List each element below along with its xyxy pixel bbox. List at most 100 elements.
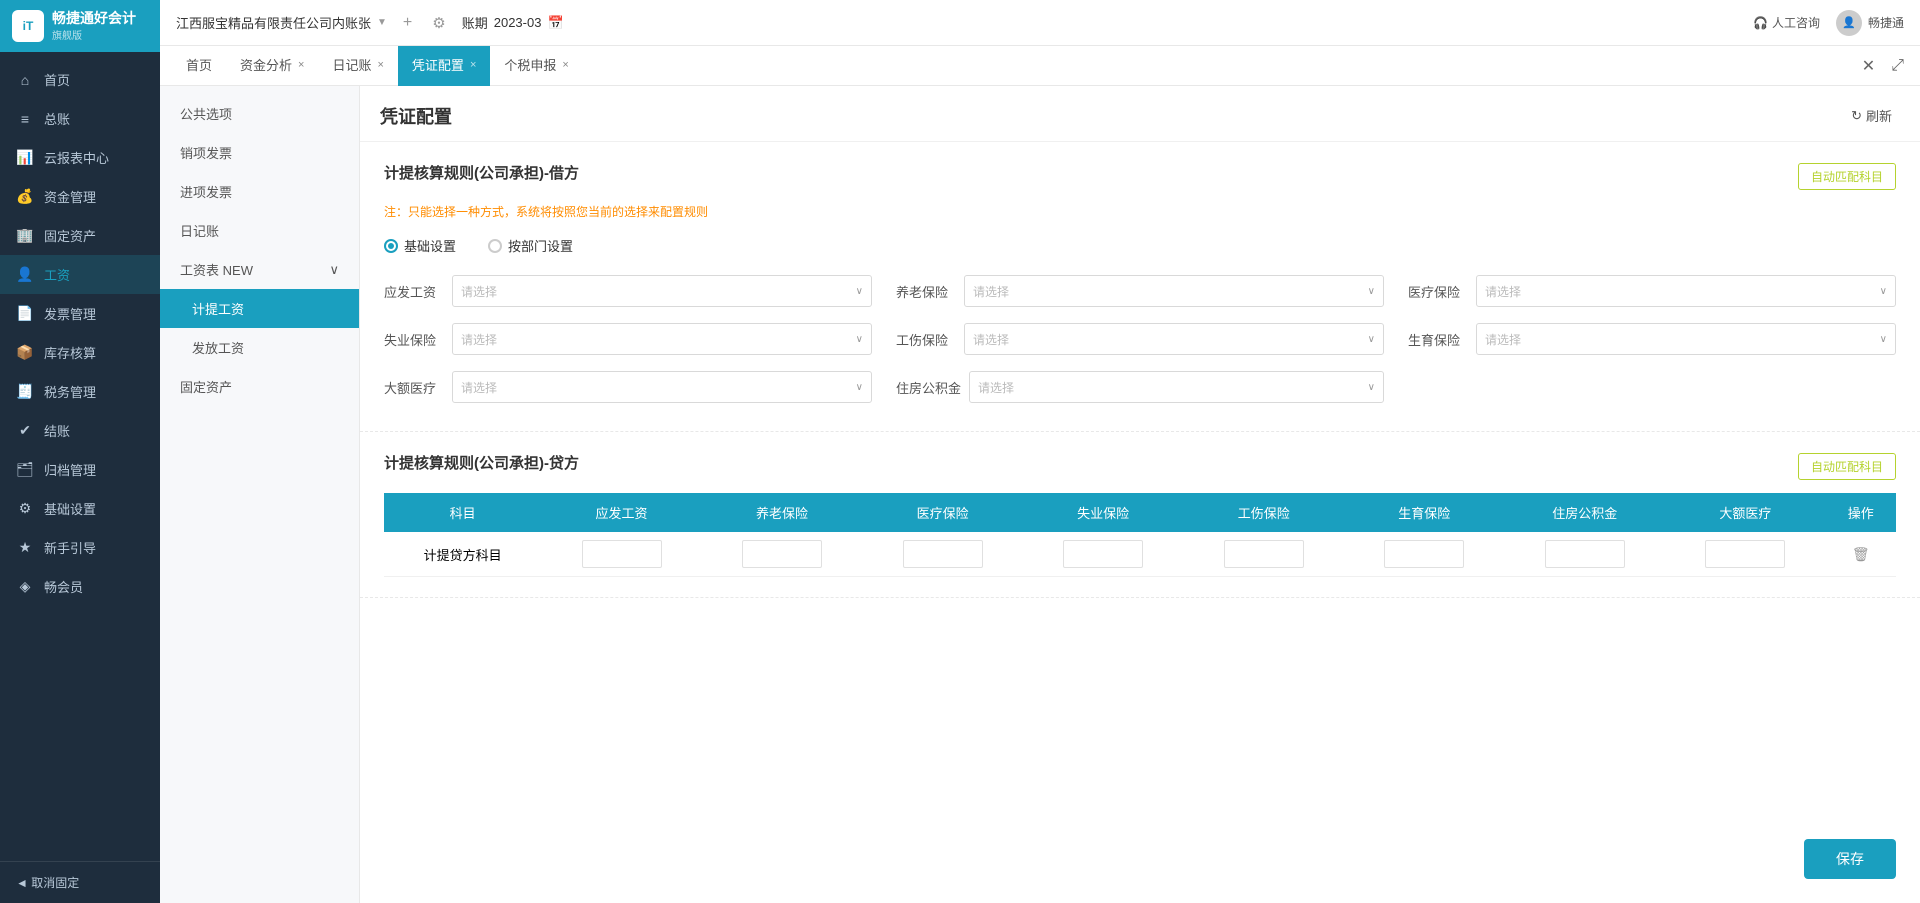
- left-nav-purchase-invoice-label: 进项发票: [180, 185, 232, 200]
- select-ylbx[interactable]: 请选择 ∨: [964, 275, 1384, 307]
- sidebar-item-settings[interactable]: ⚙ 基础设置: [0, 489, 160, 528]
- new-badge: NEW: [223, 263, 253, 278]
- company-name: 江西服宝精品有限责任公司内账张: [176, 13, 371, 32]
- sidebar-item-salary[interactable]: 👤 工资: [0, 255, 160, 294]
- tab-journal-label: 日记账: [332, 55, 371, 74]
- debit-section-header: 计提核算规则(公司承担)-借方 自动匹配科目: [384, 162, 1896, 191]
- sidebar-item-assets[interactable]: 🏢 固定资产: [0, 216, 160, 255]
- select-zfgjj[interactable]: 请选择 ∨: [969, 371, 1384, 403]
- arrow-sybx: ∨: [856, 334, 863, 345]
- sidebar-item-closing[interactable]: ✔ 结账: [0, 411, 160, 450]
- placeholder-ylbx2: 请选择: [1485, 283, 1521, 300]
- credit-auto-match-button[interactable]: 自动匹配科目: [1798, 453, 1896, 480]
- left-nav-public[interactable]: 公共选项: [160, 94, 359, 133]
- select-ylbx2[interactable]: 请选择 ∨: [1476, 275, 1896, 307]
- tab-journal[interactable]: 日记账 ×: [318, 46, 397, 86]
- placeholder-gsbx: 请选择: [973, 331, 1009, 348]
- tab-journal-close[interactable]: ×: [377, 59, 383, 71]
- select-sybx2[interactable]: 请选择 ∨: [1476, 323, 1896, 355]
- company-selector[interactable]: 江西服宝精品有限责任公司内账张 ▼: [176, 13, 387, 32]
- left-nav-fixed-assets[interactable]: 固定资产: [160, 367, 359, 406]
- unpin-label: ◄ 取消固定: [16, 874, 79, 891]
- left-nav-journal[interactable]: 日记账: [160, 211, 359, 250]
- input-zfgjj[interactable]: [1545, 540, 1625, 568]
- cell-ylbx2: [862, 532, 1023, 577]
- sidebar-label-capital: 资金管理: [44, 187, 96, 206]
- input-yfgz[interactable]: [582, 540, 662, 568]
- user-menu[interactable]: 👤 畅捷通: [1836, 10, 1904, 36]
- input-ylbx[interactable]: [742, 540, 822, 568]
- tab-home[interactable]: 首页: [172, 46, 226, 86]
- logo-text-block: 畅捷通好会计 旗舰版: [52, 10, 136, 42]
- delete-row-button[interactable]: 🗑: [1852, 546, 1870, 563]
- left-nav-raise-salary[interactable]: 计提工资: [160, 289, 359, 328]
- sidebar-unpin-button[interactable]: ◄ 取消固定: [0, 861, 160, 903]
- user-name: 畅捷通: [1868, 14, 1904, 31]
- field-daye: 大额医疗 请选择 ∨: [384, 371, 872, 403]
- th-yfgz: 应发工资: [541, 493, 702, 532]
- page-title: 凭证配置: [380, 103, 452, 129]
- left-nav-pay-salary-label: 发放工资: [192, 341, 244, 356]
- input-daye[interactable]: [1705, 540, 1785, 568]
- cell-zfgjj: [1505, 532, 1666, 577]
- tab-tax-close[interactable]: ×: [562, 59, 568, 71]
- left-nav-purchase-invoice[interactable]: 进项发票: [160, 172, 359, 211]
- select-sybx[interactable]: 请选择 ∨: [452, 323, 872, 355]
- radio-basic[interactable]: 基础设置: [384, 236, 456, 255]
- expand-tab-button[interactable]: ⤢: [1887, 53, 1908, 79]
- tab-voucher-config[interactable]: 凭证配置 ×: [398, 46, 490, 86]
- refresh-button[interactable]: ↻ 刷新: [1843, 102, 1900, 129]
- placeholder-sybx2: 请选择: [1485, 331, 1521, 348]
- app-name: 畅捷通好会计: [52, 10, 136, 27]
- sidebar-item-archive[interactable]: 🗂 归档管理: [0, 450, 160, 489]
- sidebar-item-inventory[interactable]: 📦 库存核算: [0, 333, 160, 372]
- input-gsbx[interactable]: [1224, 540, 1304, 568]
- sidebar-label-reports: 云报表中心: [44, 148, 109, 167]
- sidebar-label-inventory: 库存核算: [44, 343, 96, 362]
- field-gsbx: 工伤保险 请选择 ∨: [896, 323, 1384, 355]
- input-sybx[interactable]: [1063, 540, 1143, 568]
- sidebar-item-ledger[interactable]: ≡ 总账: [0, 99, 160, 138]
- cell-sybx: [1023, 532, 1184, 577]
- radio-dept[interactable]: 按部门设置: [488, 236, 573, 255]
- tab-voucher-config-close[interactable]: ×: [470, 59, 476, 71]
- sidebar-item-tax[interactable]: 🧾 税务管理: [0, 372, 160, 411]
- debit-auto-match-button[interactable]: 自动匹配科目: [1798, 163, 1896, 190]
- sidebar-item-guide[interactable]: ★ 新手引导: [0, 528, 160, 567]
- tab-tax[interactable]: 个税申报 ×: [490, 46, 582, 86]
- input-ylbx2[interactable]: [903, 540, 983, 568]
- period-label: 账期: [462, 13, 488, 32]
- left-nav-salary-table-label: 工资表 NEW: [180, 260, 253, 279]
- left-nav-sales-invoice[interactable]: 销项发票: [160, 133, 359, 172]
- sidebar-nav: ⌂ 首页 ≡ 总账 📊 云报表中心 💰 资金管理 🏢 固定资产 👤 工资 📄 发…: [0, 52, 160, 861]
- sidebar-label-closing: 结账: [44, 421, 70, 440]
- sidebar-item-invoice[interactable]: 📄 发票管理: [0, 294, 160, 333]
- arrow-ylbx: ∨: [1368, 286, 1375, 297]
- label-zfgjj: 住房公积金: [896, 378, 961, 397]
- tab-capital[interactable]: 资金分析 ×: [226, 46, 318, 86]
- select-gsbx[interactable]: 请选择 ∨: [964, 323, 1384, 355]
- refresh-label: 刷新: [1866, 106, 1892, 125]
- left-nav-salary-table[interactable]: 工资表 NEW ∨: [160, 250, 359, 289]
- save-button[interactable]: 保存: [1804, 839, 1896, 879]
- calendar-icon[interactable]: 📅: [547, 15, 563, 31]
- th-daye: 大额医疗: [1665, 493, 1826, 532]
- debit-form-grid: 应发工资 请选择 ∨ 养老保险 请选择 ∨ 医疗: [384, 275, 1896, 403]
- help-button[interactable]: 🎧 人工咨询: [1753, 14, 1820, 31]
- sidebar-item-reports[interactable]: 📊 云报表中心: [0, 138, 160, 177]
- tab-capital-close[interactable]: ×: [298, 59, 304, 71]
- arrow-zfgjj: ∨: [1368, 382, 1375, 393]
- radio-dept-circle: [488, 239, 502, 253]
- left-nav-pay-salary[interactable]: 发放工资: [160, 328, 359, 367]
- label-yfgz: 应发工资: [384, 282, 444, 301]
- sidebar-item-capital[interactable]: 💰 资金管理: [0, 177, 160, 216]
- tab-actions: ✕ ⤢: [1858, 52, 1908, 80]
- input-sybx2[interactable]: [1384, 540, 1464, 568]
- select-daye[interactable]: 请选择 ∨: [452, 371, 872, 403]
- sidebar-item-member[interactable]: ◈ 畅会员: [0, 567, 160, 606]
- settings-button[interactable]: ⚙: [428, 14, 449, 32]
- select-yfgz[interactable]: 请选择 ∨: [452, 275, 872, 307]
- sidebar-item-home[interactable]: ⌂ 首页: [0, 60, 160, 99]
- add-company-button[interactable]: +: [399, 14, 416, 32]
- close-tab-button[interactable]: ✕: [1858, 52, 1879, 80]
